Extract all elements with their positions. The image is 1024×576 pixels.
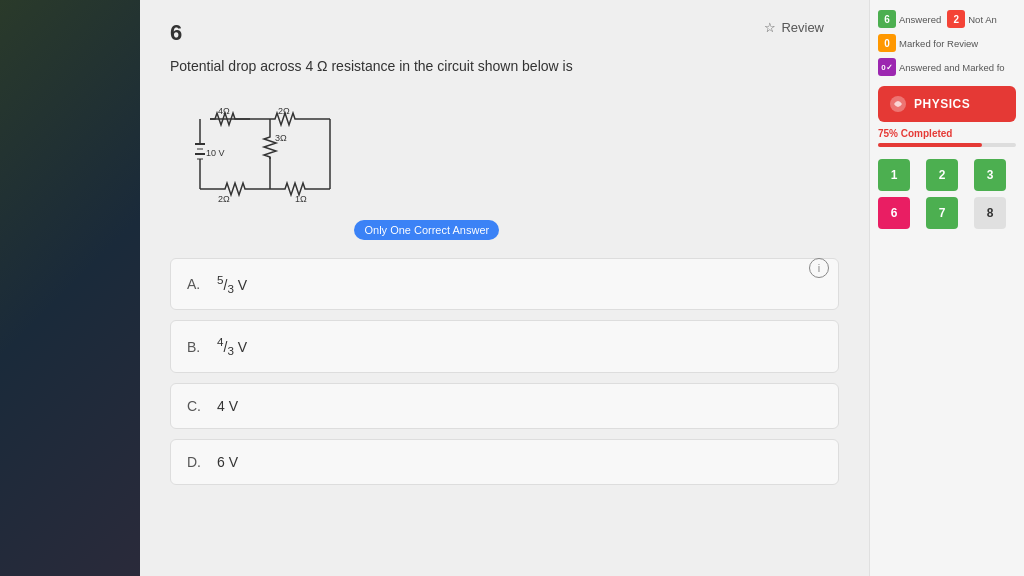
marked-status: 0 Marked for Review xyxy=(878,34,978,52)
q-btn-6[interactable]: 6 xyxy=(878,197,910,229)
status-row-3: 0✓ Answered and Marked fo xyxy=(878,58,1016,76)
right-sidebar: 6 Answered 2 Not An 0 Marked for Review … xyxy=(869,0,1024,576)
info-icon[interactable]: i xyxy=(809,258,829,278)
q-btn-1[interactable]: 1 xyxy=(878,159,910,191)
option-b[interactable]: B. 4/3 V xyxy=(170,320,839,372)
star-icon: ☆ xyxy=(764,20,776,35)
svg-text:3Ω: 3Ω xyxy=(275,133,287,143)
progress-bar-fill xyxy=(878,143,982,147)
left-background xyxy=(0,0,140,576)
option-a-text: 5/3 V xyxy=(217,273,247,295)
answered-status: 6 Answered xyxy=(878,10,941,28)
option-b-label: B. xyxy=(187,339,207,355)
status-row-2: 0 Marked for Review xyxy=(878,34,1016,52)
option-c-text: 4 V xyxy=(217,398,238,414)
answered-dot: 6 xyxy=(878,10,896,28)
option-a-label: A. xyxy=(187,276,207,292)
option-a[interactable]: A. 5/3 V xyxy=(170,258,839,310)
circuit-diagram: 4Ω 2Ω 1Ω 2Ω xyxy=(190,99,350,214)
svg-text:1Ω: 1Ω xyxy=(295,194,307,204)
question-area: 6 ☆ Review Potential drop across 4 Ω res… xyxy=(140,0,869,576)
subject-icon xyxy=(888,94,908,114)
review-label: Review xyxy=(781,20,824,35)
q-btn-8[interactable]: 8 xyxy=(974,197,1006,229)
option-d-text: 6 V xyxy=(217,454,238,470)
status-row-1: 6 Answered 2 Not An xyxy=(878,10,1016,28)
answered-marked-label: Answered and Marked fo xyxy=(899,62,1005,73)
question-number: 6 xyxy=(170,20,839,46)
option-b-text: 4/3 V xyxy=(217,335,247,357)
question-grid: 1 2 3 6 7 8 xyxy=(878,159,1016,229)
option-c-label: C. xyxy=(187,398,207,414)
progress-text: 75% Completed xyxy=(878,128,1016,139)
svg-text:10 V: 10 V xyxy=(206,148,225,158)
q-btn-7[interactable]: 7 xyxy=(926,197,958,229)
marked-dot: 0 xyxy=(878,34,896,52)
answered-marked-status: 0✓ Answered and Marked fo xyxy=(878,58,1005,76)
review-button[interactable]: ☆ Review xyxy=(764,20,824,35)
options-list: A. 5/3 V B. 4/3 V C. 4 V D. 6 V xyxy=(170,258,839,485)
svg-text:2Ω: 2Ω xyxy=(218,194,230,204)
subject-name: PHYSICS xyxy=(914,97,970,111)
progress-bar-background xyxy=(878,143,1016,147)
answered-marked-dot: 0✓ xyxy=(878,58,896,76)
option-d[interactable]: D. 6 V xyxy=(170,439,839,485)
q-btn-3[interactable]: 3 xyxy=(974,159,1006,191)
option-d-label: D. xyxy=(187,454,207,470)
not-answered-dot: 2 xyxy=(947,10,965,28)
main-content: 6 ☆ Review Potential drop across 4 Ω res… xyxy=(140,0,1024,576)
answered-label: Answered xyxy=(899,14,941,25)
answer-type-badge: Only One Correct Answer xyxy=(354,220,499,240)
not-answered-status: 2 Not An xyxy=(947,10,997,28)
option-c[interactable]: C. 4 V xyxy=(170,383,839,429)
question-text: Potential drop across 4 Ω resistance in … xyxy=(170,56,839,77)
marked-label: Marked for Review xyxy=(899,38,978,49)
not-answered-label: Not An xyxy=(968,14,997,25)
q-btn-2[interactable]: 2 xyxy=(926,159,958,191)
subject-card: PHYSICS xyxy=(878,86,1016,122)
